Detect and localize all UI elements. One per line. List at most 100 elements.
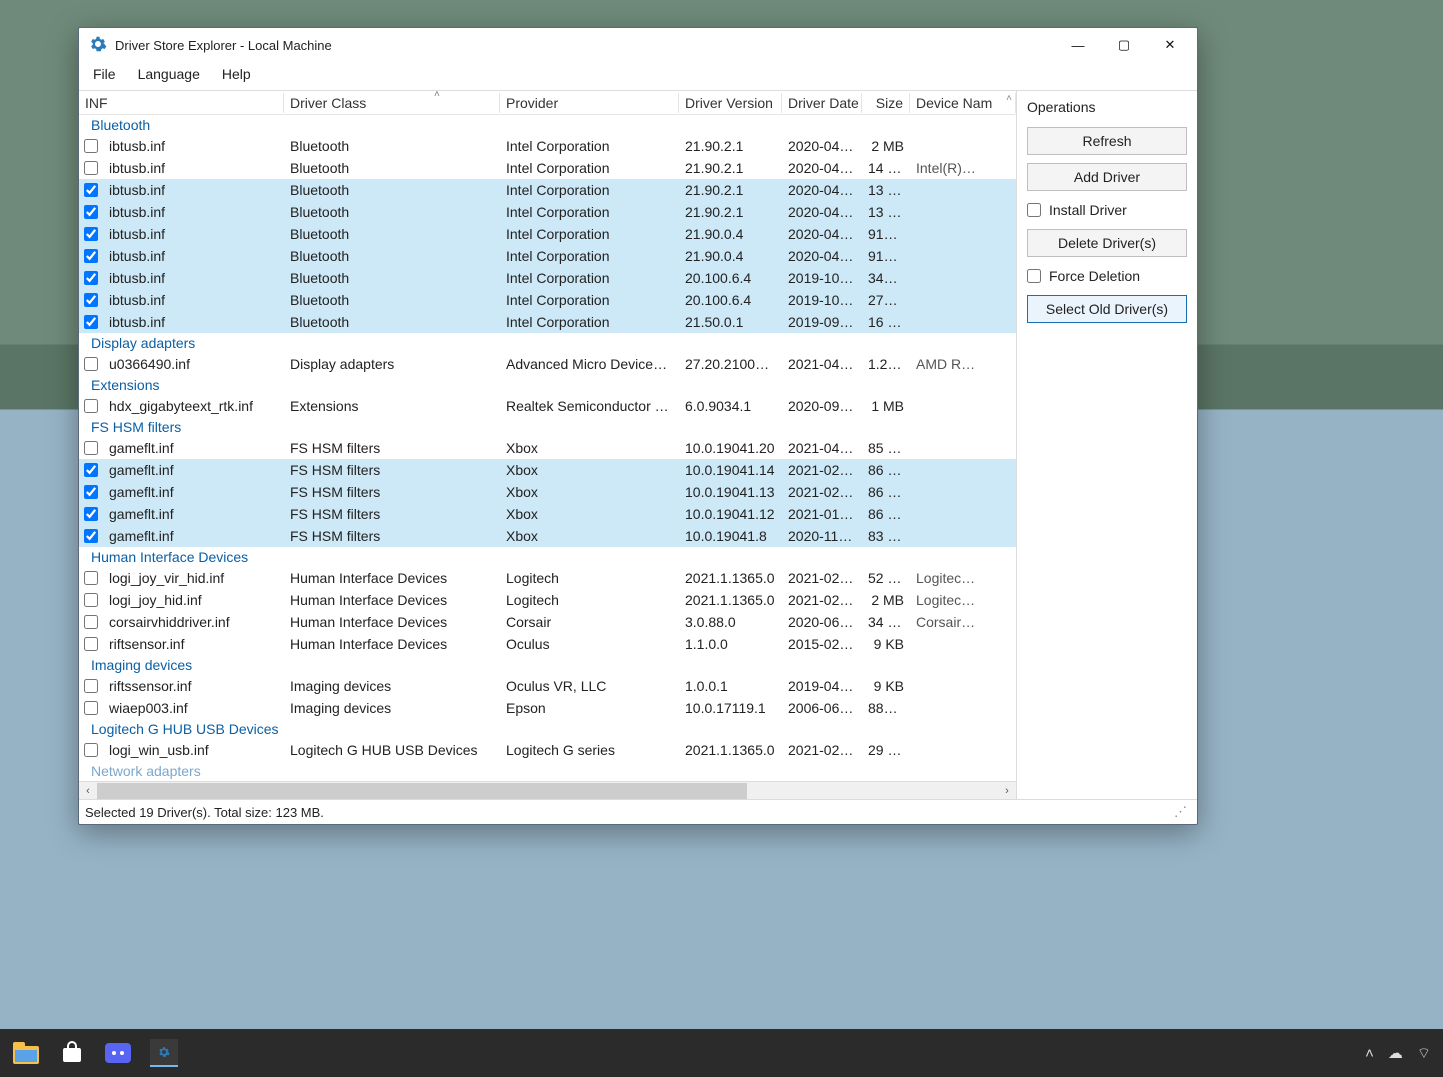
select-old-drivers-button[interactable]: Select Old Driver(s)	[1027, 295, 1187, 323]
menu-file[interactable]: File	[93, 66, 116, 82]
cell-inf: corsairvhiddriver.inf	[103, 614, 284, 630]
cell-device: Logitech G H	[910, 592, 982, 608]
menu-help[interactable]: Help	[222, 66, 251, 82]
delete-driver-button[interactable]: Delete Driver(s)	[1027, 229, 1187, 257]
close-button[interactable]: ✕	[1147, 30, 1193, 60]
list-row[interactable]: ibtusb.infBluetoothIntel Corporation21.5…	[79, 311, 1016, 333]
cell-version: 3.0.88.0	[679, 614, 782, 630]
row-checkbox[interactable]	[79, 441, 103, 455]
row-checkbox[interactable]	[79, 399, 103, 413]
row-checkbox[interactable]	[79, 593, 103, 607]
row-checkbox[interactable]	[79, 357, 103, 371]
list-row[interactable]: ibtusb.infBluetoothIntel Corporation21.9…	[79, 245, 1016, 267]
col-inf[interactable]: INF	[79, 93, 284, 113]
cell-provider: Logitech	[500, 570, 679, 586]
list-row[interactable]: ibtusb.infBluetoothIntel Corporation21.9…	[79, 223, 1016, 245]
row-checkbox[interactable]	[79, 507, 103, 521]
horizontal-scrollbar[interactable]: ‹ ›	[79, 781, 1016, 799]
row-checkbox[interactable]	[79, 743, 103, 757]
row-checkbox[interactable]	[79, 463, 103, 477]
list-row[interactable]: gameflt.infFS HSM filtersXbox10.0.19041.…	[79, 525, 1016, 547]
cell-version: 10.0.17119.1	[679, 700, 782, 716]
row-checkbox[interactable]	[79, 139, 103, 153]
cell-size: 34 KB	[862, 614, 910, 630]
row-checkbox[interactable]	[79, 637, 103, 651]
list-row[interactable]: u0366490.infDisplay adaptersAdvanced Mic…	[79, 353, 1016, 375]
row-checkbox[interactable]	[79, 205, 103, 219]
col-size[interactable]: Size	[862, 93, 910, 113]
app-taskbar-icon[interactable]	[150, 1039, 178, 1067]
list-header[interactable]: INF Driver Class Provider Driver Version…	[79, 91, 1016, 115]
maximize-button[interactable]: ▢	[1101, 30, 1147, 60]
list-row[interactable]: gameflt.infFS HSM filtersXbox10.0.19041.…	[79, 481, 1016, 503]
list-row[interactable]: gameflt.infFS HSM filtersXbox10.0.19041.…	[79, 437, 1016, 459]
row-checkbox[interactable]	[79, 615, 103, 629]
row-checkbox[interactable]	[79, 227, 103, 241]
row-checkbox[interactable]	[79, 529, 103, 543]
group-header[interactable]: Imaging devices	[79, 655, 1016, 675]
row-checkbox[interactable]	[79, 249, 103, 263]
discord-icon[interactable]	[104, 1039, 132, 1067]
list-row[interactable]: wiaep003.infImaging devicesEpson10.0.171…	[79, 697, 1016, 719]
list-row[interactable]: ibtusb.infBluetoothIntel Corporation20.1…	[79, 289, 1016, 311]
list-body[interactable]: Bluetoothibtusb.infBluetoothIntel Corpor…	[79, 115, 1016, 781]
row-checkbox[interactable]	[79, 571, 103, 585]
explorer-icon[interactable]	[12, 1039, 40, 1067]
row-checkbox[interactable]	[79, 315, 103, 329]
cell-version: 10.0.19041.13	[679, 484, 782, 500]
group-header[interactable]: Extensions	[79, 375, 1016, 395]
list-row[interactable]: logi_win_usb.infLogitech G HUB USB Devic…	[79, 739, 1016, 761]
menu-language[interactable]: Language	[138, 66, 200, 82]
row-checkbox[interactable]	[79, 293, 103, 307]
row-checkbox[interactable]	[79, 679, 103, 693]
list-row[interactable]: ibtusb.infBluetoothIntel Corporation21.9…	[79, 179, 1016, 201]
col-device[interactable]: Device Nam	[910, 93, 1016, 113]
resize-grip-icon[interactable]: ⋰	[1174, 804, 1187, 820]
list-row[interactable]: gameflt.infFS HSM filtersXbox10.0.19041.…	[79, 503, 1016, 525]
scroll-right-icon[interactable]: ›	[998, 785, 1016, 797]
group-header[interactable]: Display adapters	[79, 333, 1016, 353]
col-provider[interactable]: Provider	[500, 93, 679, 113]
store-icon[interactable]	[58, 1039, 86, 1067]
list-row[interactable]: ibtusb.infBluetoothIntel Corporation21.9…	[79, 135, 1016, 157]
row-checkbox[interactable]	[79, 183, 103, 197]
row-checkbox[interactable]	[79, 271, 103, 285]
refresh-button[interactable]: Refresh	[1027, 127, 1187, 155]
col-version[interactable]: Driver Version	[679, 93, 782, 113]
group-header[interactable]: Human Interface Devices	[79, 547, 1016, 567]
row-checkbox[interactable]	[79, 161, 103, 175]
list-row[interactable]: hdx_gigabyteext_rtk.infExtensionsRealtek…	[79, 395, 1016, 417]
list-row[interactable]: gameflt.infFS HSM filtersXbox10.0.19041.…	[79, 459, 1016, 481]
cell-size: 2 MB	[862, 592, 910, 608]
list-row[interactable]: ibtusb.infBluetoothIntel Corporation21.9…	[79, 157, 1016, 179]
tray-chevron-icon[interactable]: ˄	[1365, 1045, 1374, 1062]
cell-provider: Corsair	[500, 614, 679, 630]
group-header[interactable]: FS HSM filters	[79, 417, 1016, 437]
titlebar[interactable]: Driver Store Explorer - Local Machine — …	[79, 28, 1197, 62]
install-driver-checkbox[interactable]: Install Driver	[1027, 199, 1187, 221]
list-row[interactable]: logi_joy_vir_hid.infHuman Interface Devi…	[79, 567, 1016, 589]
col-overflow-icon[interactable]: ˄	[1006, 93, 1012, 104]
minimize-button[interactable]: —	[1055, 30, 1101, 60]
list-row[interactable]: logi_joy_hid.infHuman Interface DevicesL…	[79, 589, 1016, 611]
force-deletion-checkbox[interactable]: Force Deletion	[1027, 265, 1187, 287]
tray-wifi-icon[interactable]: ⌔	[1417, 1044, 1431, 1063]
list-row[interactable]: ibtusb.infBluetoothIntel Corporation20.1…	[79, 267, 1016, 289]
list-row[interactable]: ibtusb.infBluetoothIntel Corporation21.9…	[79, 201, 1016, 223]
group-header[interactable]: Bluetooth	[79, 115, 1016, 135]
list-row[interactable]: riftsensor.infHuman Interface DevicesOcu…	[79, 633, 1016, 655]
col-class[interactable]: Driver Class	[284, 93, 500, 113]
cell-inf: gameflt.inf	[103, 462, 284, 478]
add-driver-button[interactable]: Add Driver	[1027, 163, 1187, 191]
cell-provider: Xbox	[500, 484, 679, 500]
scroll-left-icon[interactable]: ‹	[79, 785, 97, 797]
list-row[interactable]: corsairvhiddriver.infHuman Interface Dev…	[79, 611, 1016, 633]
cell-inf: ibtusb.inf	[103, 226, 284, 242]
col-date[interactable]: Driver Date	[782, 93, 862, 113]
list-row[interactable]: riftssensor.infImaging devicesOculus VR,…	[79, 675, 1016, 697]
row-checkbox[interactable]	[79, 485, 103, 499]
row-checkbox[interactable]	[79, 701, 103, 715]
group-header[interactable]: Logitech G HUB USB Devices	[79, 719, 1016, 739]
group-header-partial[interactable]: Network adapters	[79, 761, 1016, 781]
tray-cloud-icon[interactable]: ☁	[1388, 1044, 1403, 1062]
